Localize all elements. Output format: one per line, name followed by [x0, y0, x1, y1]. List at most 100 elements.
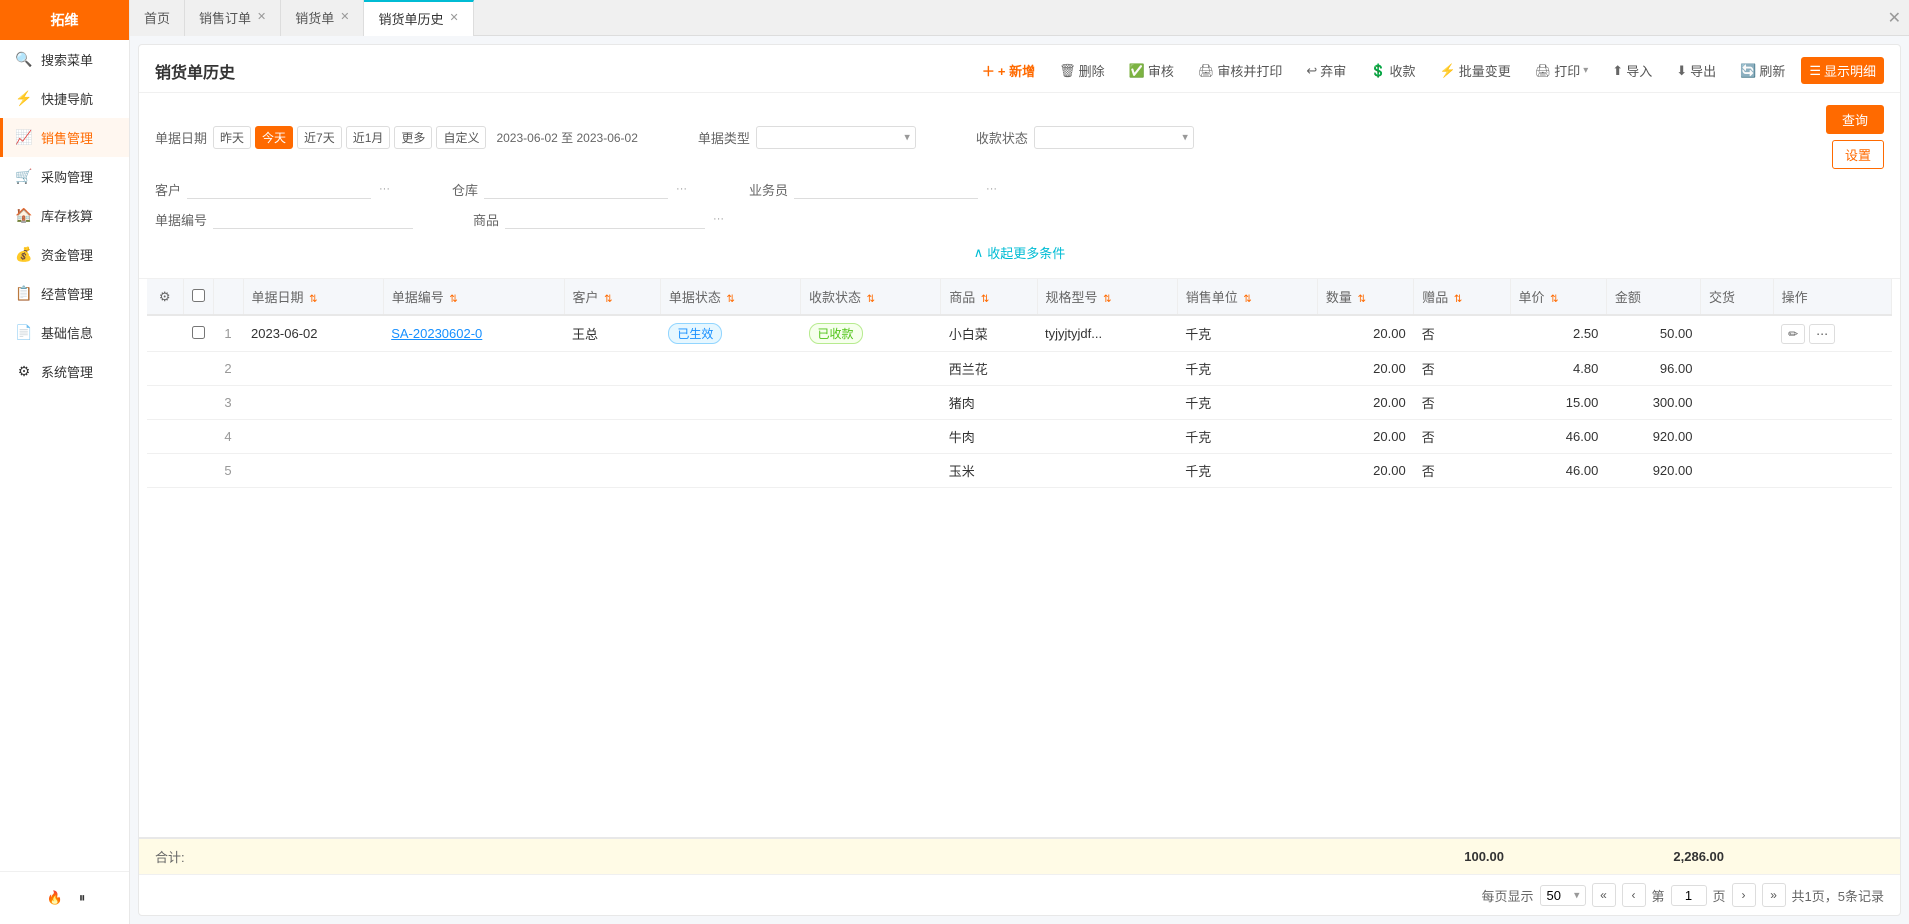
date-btn-yesterday[interactable]: 昨天: [213, 126, 251, 149]
warehouse-input[interactable]: [484, 179, 668, 199]
th-date[interactable]: 单据日期 ⇅: [243, 279, 383, 315]
edit-button[interactable]: ✏: [1781, 324, 1805, 344]
th-doc-status[interactable]: 单据状态 ⇅: [660, 279, 800, 315]
doc-no-input[interactable]: [213, 209, 413, 229]
td-spec: [1037, 420, 1177, 454]
delete-icon: 🗑: [1059, 63, 1076, 79]
td-gear: [147, 352, 183, 386]
salesperson-input[interactable]: [794, 179, 978, 199]
td-check[interactable]: [183, 454, 213, 488]
per-page-select[interactable]: 50 100 200: [1540, 885, 1586, 906]
prev-page-button[interactable]: ‹: [1622, 883, 1646, 907]
last-page-button[interactable]: »: [1762, 883, 1786, 907]
sidebar-item-sales-mgmt[interactable]: 📈 销售管理: [0, 118, 129, 157]
goods-input[interactable]: [505, 209, 705, 229]
th-unit[interactable]: 销售单位 ⇅: [1177, 279, 1317, 315]
content-area: 销货单历史 ＋ + 新增 🗑 删除 ✅ 审核 🖨 审核并打印: [138, 44, 1901, 916]
customer-dots[interactable]: ···: [377, 183, 392, 195]
th-date-label: 单据日期: [252, 290, 304, 305]
total-qty: 100.00: [1464, 849, 1624, 864]
collect-button[interactable]: 💲 收款: [1362, 57, 1423, 84]
next-page-button[interactable]: ›: [1732, 883, 1756, 907]
tab-home[interactable]: 首页: [130, 0, 185, 36]
th-gift[interactable]: 赠品 ⇅: [1414, 279, 1510, 315]
collect-status-label: 收款状态: [976, 128, 1028, 147]
doc-no-link[interactable]: SA-20230602-0: [391, 326, 482, 341]
td-price: 15.00: [1510, 386, 1606, 420]
collect-status-select[interactable]: [1034, 126, 1194, 149]
fire-icon[interactable]: 🔥: [47, 890, 63, 906]
th-collect-status[interactable]: 收款状态 ⇅: [801, 279, 941, 315]
page-input[interactable]: [1671, 885, 1707, 906]
sidebar-item-sys-mgmt[interactable]: ⚙ 系统管理: [0, 352, 129, 391]
th-gear[interactable]: ⚙: [147, 279, 183, 315]
export-button[interactable]: ⬇ 导出: [1668, 57, 1724, 84]
td-check[interactable]: [183, 420, 213, 454]
th-doc-no[interactable]: 单据编号 ⇅: [383, 279, 564, 315]
date-btn-7days[interactable]: 近7天: [297, 126, 342, 149]
collapse-button[interactable]: ∧ 收起更多条件: [155, 239, 1884, 266]
tab-sales-history[interactable]: 销货单历史 ✕: [364, 0, 473, 36]
audit-print-button[interactable]: 🖨 审核并打印: [1190, 57, 1291, 84]
tab-sales-goods[interactable]: 销货单 ✕: [281, 0, 364, 36]
date-sort-icon: ⇅: [309, 294, 317, 305]
date-btn-today[interactable]: 今天: [255, 126, 293, 149]
date-btn-custom[interactable]: 自定义: [436, 126, 486, 149]
main-area: 首页 销售订单 ✕ 销货单 ✕ 销货单历史 ✕ ✕ 销货单历史 ＋ + 新增: [130, 0, 1909, 924]
total-amount: 2,286.00: [1624, 849, 1724, 864]
td-amount: 920.00: [1606, 454, 1700, 488]
sidebar-item-quick-nav[interactable]: ⚡ 快捷导航: [0, 79, 129, 118]
sidebar-item-finance-mgmt[interactable]: 💰 资金管理: [0, 235, 129, 274]
date-btn-1month[interactable]: 近1月: [346, 126, 391, 149]
print-button[interactable]: 🖨 打印 ▾: [1527, 57, 1597, 84]
customer-input[interactable]: [187, 179, 371, 199]
select-all-checkbox[interactable]: [192, 289, 205, 302]
sidebar-item-inventory[interactable]: 🏠 库存核算: [0, 196, 129, 235]
goods-dots[interactable]: ···: [711, 213, 726, 225]
tab-bar-close-all[interactable]: ✕: [1888, 8, 1909, 28]
abandon-button[interactable]: ↩ 弃审: [1298, 57, 1354, 84]
sidebar-item-ops-mgmt[interactable]: 📋 经营管理: [0, 274, 129, 313]
sidebar-item-search-menu[interactable]: 🔍 搜索菜单: [0, 40, 129, 79]
show-detail-button[interactable]: ☰ 显示明细: [1801, 57, 1884, 84]
delete-button[interactable]: 🗑 删除: [1051, 57, 1113, 84]
td-collect-status: [801, 454, 941, 488]
td-check[interactable]: [183, 352, 213, 386]
first-page-button[interactable]: «: [1592, 883, 1616, 907]
th-goods[interactable]: 商品 ⇅: [941, 279, 1037, 315]
lightning-icon: ⚡: [15, 90, 33, 107]
td-doc-no: SA-20230602-0: [383, 315, 564, 352]
batch-change-button[interactable]: ⚡ 批量变更: [1432, 57, 1519, 84]
gift-sort-icon: ⇅: [1454, 294, 1462, 305]
sidebar-item-basic-info[interactable]: 📄 基础信息: [0, 313, 129, 352]
row-checkbox[interactable]: [192, 326, 205, 339]
td-customer: [564, 386, 660, 420]
warehouse-dots[interactable]: ···: [674, 183, 689, 195]
tab-sales-order[interactable]: 销售订单 ✕: [185, 0, 281, 36]
th-price[interactable]: 单价 ⇅: [1510, 279, 1606, 315]
th-customer[interactable]: 客户 ⇅: [564, 279, 660, 315]
sidebar-item-purchase-mgmt[interactable]: 🛒 采购管理: [0, 157, 129, 196]
new-button[interactable]: ＋ + 新增: [974, 57, 1043, 84]
audit-button[interactable]: ✅ 审核: [1121, 57, 1182, 84]
th-qty[interactable]: 数量 ⇅: [1317, 279, 1413, 315]
more-action-button[interactable]: ⋯: [1809, 324, 1835, 344]
salesperson-dots[interactable]: ···: [984, 183, 999, 195]
set-button[interactable]: 设置: [1832, 140, 1884, 169]
refresh-button[interactable]: 🔄 刷新: [1732, 57, 1793, 84]
close-sales-goods-tab[interactable]: ✕: [340, 12, 349, 23]
pause-icon[interactable]: ⏸: [79, 890, 86, 906]
td-trade: [1700, 420, 1773, 454]
import-button[interactable]: ⬆ 导入: [1604, 57, 1660, 84]
doc-type-select[interactable]: [756, 126, 916, 149]
query-button[interactable]: 查询: [1826, 105, 1884, 134]
td-check[interactable]: [183, 386, 213, 420]
table-body: 1 2023-06-02 SA-20230602-0 王总 已生效 已收款 小白…: [147, 315, 1892, 488]
th-spec[interactable]: 规格型号 ⇅: [1037, 279, 1177, 315]
date-btn-more[interactable]: 更多: [394, 126, 432, 149]
td-check[interactable]: [183, 315, 213, 352]
close-sales-history-tab[interactable]: ✕: [450, 13, 459, 24]
td-date: 2023-06-02: [243, 315, 383, 352]
th-doc-status-label: 单据状态: [669, 290, 721, 305]
close-sales-order-tab[interactable]: ✕: [257, 12, 266, 23]
